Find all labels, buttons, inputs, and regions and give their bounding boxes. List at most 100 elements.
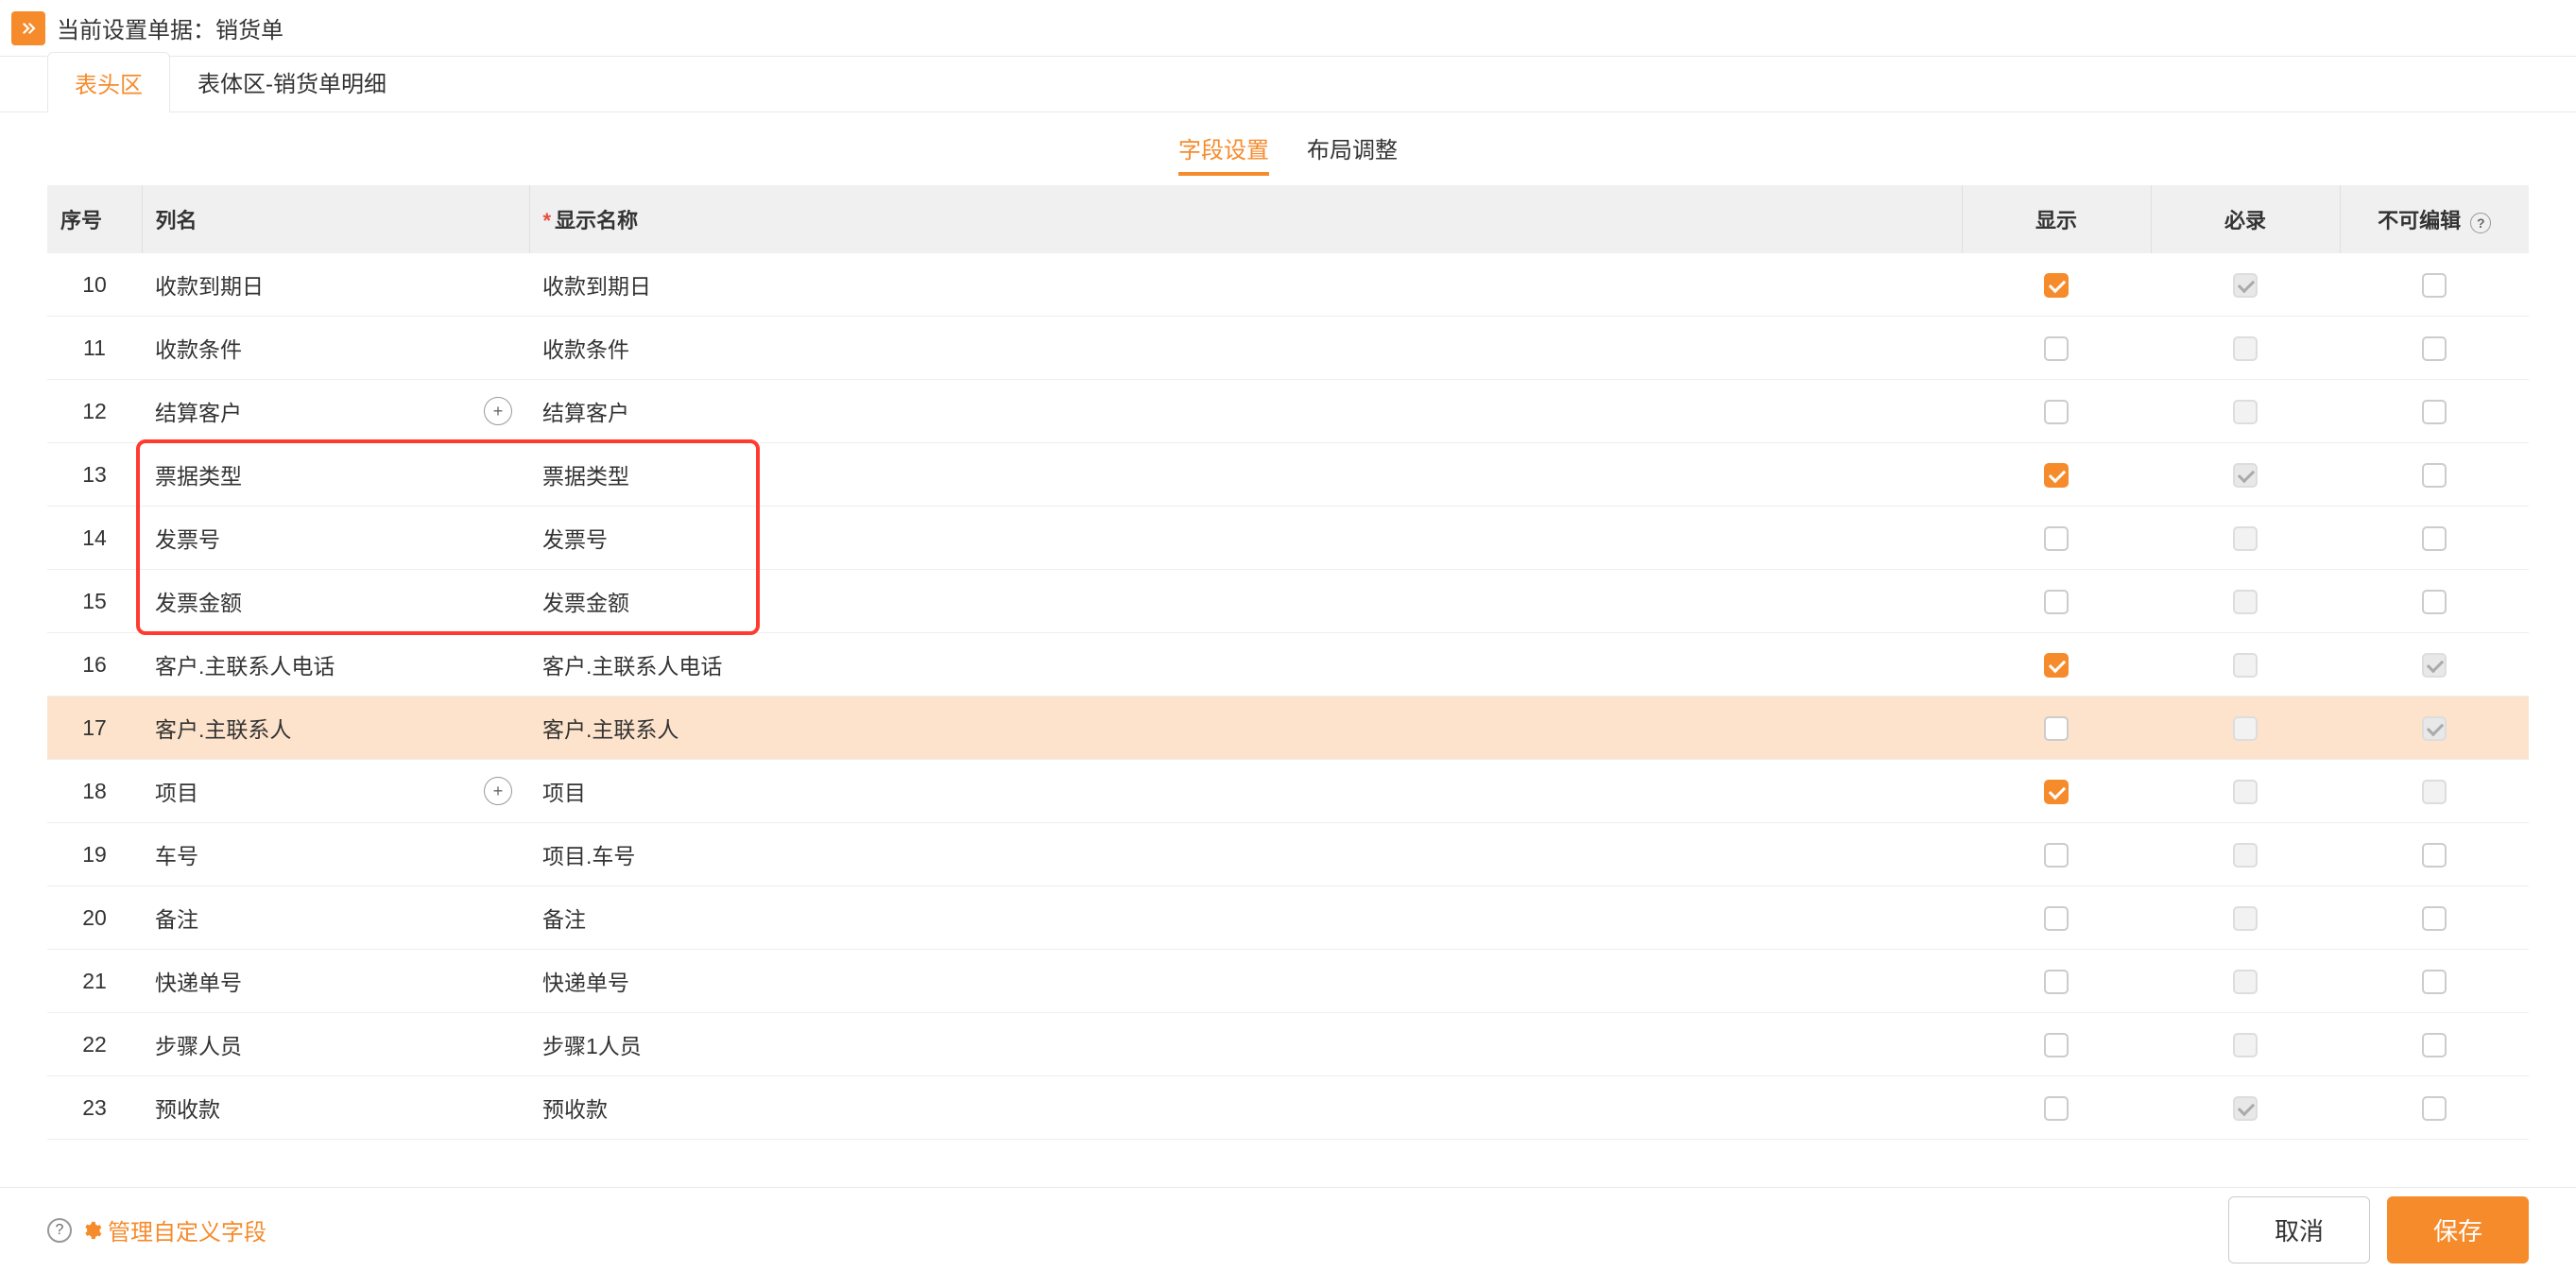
table-row[interactable]: 15发票金额发票金额	[47, 570, 2529, 633]
table-row[interactable]: 14发票号发票号	[47, 507, 2529, 570]
checkbox[interactable]	[2044, 780, 2069, 804]
cell-display[interactable]: 发票金额	[529, 570, 1962, 633]
cell-required	[2151, 760, 2340, 823]
cell-required	[2151, 443, 2340, 507]
checkbox[interactable]	[2422, 843, 2447, 868]
table-row[interactable]: 12结算客户+结算客户	[47, 380, 2529, 443]
checkbox[interactable]	[2422, 463, 2447, 488]
checkbox[interactable]	[2422, 526, 2447, 551]
checkbox	[2233, 780, 2258, 804]
table-row[interactable]: 21快递单号快递单号	[47, 950, 2529, 1013]
table-row[interactable]: 10收款到期日收款到期日	[47, 253, 2529, 317]
cell-display[interactable]: 结算客户	[529, 380, 1962, 443]
footer: ? 管理自定义字段 取消 保存	[0, 1187, 2576, 1272]
cell-required	[2151, 950, 2340, 1013]
checkbox[interactable]	[2422, 906, 2447, 931]
cell-display[interactable]: 预收款	[529, 1076, 1962, 1140]
cell-display[interactable]: 项目	[529, 760, 1962, 823]
table-row[interactable]: 16客户.主联系人电话客户.主联系人电话	[47, 633, 2529, 696]
checkbox[interactable]	[2044, 463, 2069, 488]
checkbox	[2233, 653, 2258, 678]
topbar: 当前设置单据：销货单	[0, 0, 2576, 57]
checkbox[interactable]	[2422, 1096, 2447, 1121]
cell-readonly	[2340, 507, 2529, 570]
cell-show	[1962, 253, 2151, 317]
cell-display[interactable]: 步骤1人员	[529, 1013, 1962, 1076]
cell-name: 备注	[142, 886, 529, 950]
cell-display[interactable]: 备注	[529, 886, 1962, 950]
checkbox[interactable]	[2044, 716, 2069, 741]
checkbox[interactable]	[2044, 970, 2069, 994]
cell-display[interactable]: 快递单号	[529, 950, 1962, 1013]
cell-display[interactable]: 收款条件	[529, 317, 1962, 380]
cell-show	[1962, 1013, 2151, 1076]
cell-readonly	[2340, 317, 2529, 380]
table-row[interactable]: 17客户.主联系人客户.主联系人	[47, 696, 2529, 760]
checkbox[interactable]	[2044, 273, 2069, 298]
checkbox	[2233, 400, 2258, 424]
cell-readonly	[2340, 633, 2529, 696]
table-row[interactable]: 18项目+项目	[47, 760, 2529, 823]
checkbox[interactable]	[2044, 843, 2069, 868]
page-title: 当前设置单据：销货单	[57, 11, 283, 44]
manage-custom-fields-link[interactable]: 管理自定义字段	[81, 1213, 266, 1246]
checkbox[interactable]	[2044, 400, 2069, 424]
expand-panel-button[interactable]	[11, 11, 45, 45]
cell-show	[1962, 443, 2151, 507]
checkbox[interactable]	[2044, 906, 2069, 931]
checkbox[interactable]	[2044, 1033, 2069, 1057]
cell-required	[2151, 570, 2340, 633]
checkbox[interactable]	[2422, 273, 2447, 298]
checkbox[interactable]	[2422, 1033, 2447, 1057]
checkbox[interactable]	[2422, 970, 2447, 994]
tab-layout-adjust[interactable]: 布局调整	[1307, 131, 1398, 176]
cell-display[interactable]: 客户.主联系人电话	[529, 633, 1962, 696]
cell-display[interactable]: 发票号	[529, 507, 1962, 570]
cell-seq: 15	[47, 570, 142, 633]
gear-icon	[81, 1220, 102, 1241]
expand-field-button[interactable]: +	[484, 397, 512, 425]
table-row[interactable]: 20备注备注	[47, 886, 2529, 950]
question-icon[interactable]: ?	[47, 1218, 72, 1243]
checkbox	[2233, 843, 2258, 868]
table-row[interactable]: 13票据类型票据类型	[47, 443, 2529, 507]
primary-tabs: 表头区 表体区-销货单明细	[0, 56, 2576, 112]
cell-seq: 21	[47, 950, 142, 1013]
cell-required	[2151, 1013, 2340, 1076]
checkbox	[2233, 970, 2258, 994]
fields-table: 序号 列名 *显示名称 显示 必录 不可编辑 ? 10收款到期日收款到期日11收…	[47, 185, 2529, 1140]
save-button[interactable]: 保存	[2387, 1196, 2529, 1263]
cell-required	[2151, 1076, 2340, 1140]
checkbox	[2233, 590, 2258, 614]
cell-display[interactable]: 项目.车号	[529, 823, 1962, 886]
table-row[interactable]: 23预收款预收款	[47, 1076, 2529, 1140]
cell-name: 发票金额	[142, 570, 529, 633]
checkbox[interactable]	[2422, 590, 2447, 614]
cell-readonly	[2340, 1013, 2529, 1076]
help-icon[interactable]: ?	[2470, 213, 2491, 233]
cell-seq: 10	[47, 253, 142, 317]
cell-show	[1962, 633, 2151, 696]
tab-field-settings[interactable]: 字段设置	[1178, 131, 1269, 176]
cancel-button[interactable]: 取消	[2228, 1196, 2370, 1263]
col-show-header: 显示	[1962, 185, 2151, 253]
checkbox[interactable]	[2422, 400, 2447, 424]
checkbox[interactable]	[2044, 590, 2069, 614]
checkbox[interactable]	[2044, 1096, 2069, 1121]
expand-field-button[interactable]: +	[484, 777, 512, 805]
checkbox[interactable]	[2422, 336, 2447, 361]
checkbox	[2233, 336, 2258, 361]
checkbox[interactable]	[2044, 336, 2069, 361]
cell-name: 收款条件	[142, 317, 529, 380]
cell-display[interactable]: 票据类型	[529, 443, 1962, 507]
cell-seq: 13	[47, 443, 142, 507]
tab-header-area[interactable]: 表头区	[47, 52, 170, 112]
cell-display[interactable]: 收款到期日	[529, 253, 1962, 317]
table-row[interactable]: 22步骤人员步骤1人员	[47, 1013, 2529, 1076]
checkbox[interactable]	[2044, 526, 2069, 551]
tab-body-area[interactable]: 表体区-销货单明细	[170, 51, 414, 112]
table-row[interactable]: 11收款条件收款条件	[47, 317, 2529, 380]
table-row[interactable]: 19车号项目.车号	[47, 823, 2529, 886]
checkbox[interactable]	[2044, 653, 2069, 678]
cell-display[interactable]: 客户.主联系人	[529, 696, 1962, 760]
